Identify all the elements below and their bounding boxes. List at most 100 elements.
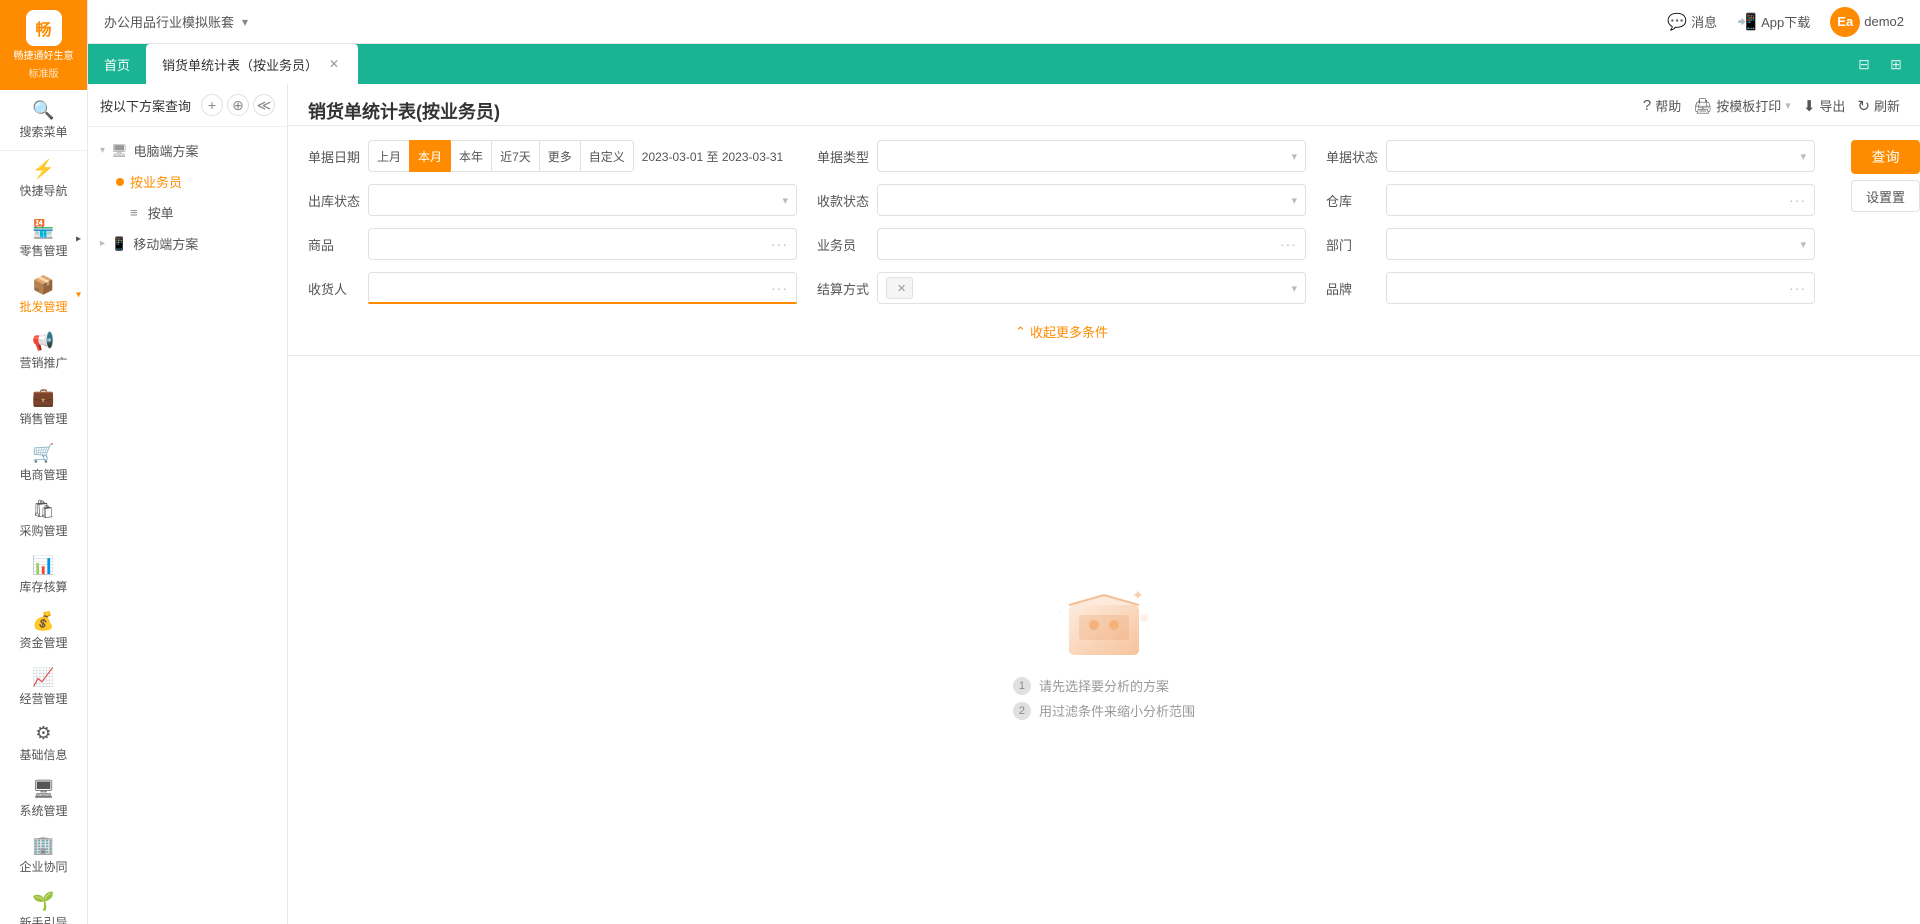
out-status-select[interactable]: ▾ [368, 184, 797, 216]
ecommerce-icon: 🛒 [32, 443, 54, 464]
tree-item-by-order[interactable]: ≡ 按单 [88, 197, 287, 228]
sales-icon: 💼 [32, 387, 54, 408]
message-btn[interactable]: 💬 消息 [1667, 12, 1717, 32]
basic-icon: ⚙ [35, 723, 51, 744]
receiver-input[interactable]: ··· [368, 272, 797, 304]
doc-status-select[interactable]: ▾ [1386, 140, 1815, 172]
app-download-btn[interactable]: 📲 App下载 [1737, 12, 1810, 32]
page-title: 销货单统计表(按业务员) [308, 98, 500, 124]
tree-mobile-section[interactable]: ▸ 📱 移动端方案 [88, 228, 287, 259]
filter-doc-type: 单据类型 ▾ [817, 140, 1306, 172]
sidebar-item-operation[interactable]: 📈 经营管理 [0, 659, 87, 715]
ecommerce-label: 电商管理 [19, 466, 67, 483]
salesperson-select[interactable]: ··· [877, 228, 1306, 260]
filter-container: 单据日期 上月 本月 本年 近7天 更多 自定义 20 [288, 126, 1920, 356]
app-download-label: App下载 [1761, 12, 1810, 31]
collapse-btn[interactable]: ⌃ 收起更多条件 [308, 316, 1815, 341]
hint-num-2: 2 [1013, 702, 1031, 720]
refresh-btn[interactable]: ↻ 刷新 [1857, 96, 1900, 115]
search-menu[interactable]: 🔍 搜索菜单 [0, 90, 87, 151]
sidebar: 畅 畅捷通好生意 标准版 🔍 搜索菜单 ⚡ 快捷导航 🏪 零售管理 ▸ 📦 批发… [0, 0, 88, 924]
mobile-icon: 📱 [111, 236, 127, 252]
sidebar-item-finance[interactable]: 💰 资金管理 [0, 603, 87, 659]
quick-nav-label: 快捷导航 [19, 182, 67, 199]
date-tab-custom[interactable]: 自定义 [580, 140, 634, 172]
by-order-label: 按单 [148, 203, 174, 222]
goods-select[interactable]: ··· [368, 228, 797, 260]
operation-label: 经营管理 [19, 690, 67, 707]
tab-minimize-btn[interactable]: ⊟ [1852, 52, 1876, 76]
collapse-panel-btn[interactable]: ≪ [253, 94, 275, 116]
settlement-select[interactable]: ✕ ▾ [877, 272, 1306, 304]
sidebar-item-newbie[interactable]: 🌱 新手引导 [0, 883, 87, 924]
sidebar-item-enterprise[interactable]: 🏢 企业协同 [0, 827, 87, 883]
chevron-down-icon: ▾ [76, 290, 81, 301]
tab-close-icon[interactable]: ✕ [326, 56, 342, 72]
tab-expand-btn[interactable]: ⊞ [1884, 52, 1908, 76]
sales-label: 销售管理 [19, 410, 67, 427]
sidebar-item-marketing[interactable]: 📢 营销推广 [0, 323, 87, 379]
search-label: 搜索菜单 [19, 123, 67, 140]
filter-receiver: 收货人 ··· [308, 272, 797, 304]
warehouse-dots-icon: ··· [1789, 192, 1806, 208]
department-select[interactable]: ▾ [1386, 228, 1815, 260]
collection-status-select[interactable]: ▾ [877, 184, 1306, 216]
sidebar-item-sales[interactable]: 💼 销售管理 [0, 379, 87, 435]
date-range-value: 2023-03-01 至 2023-03-31 [642, 148, 783, 165]
by-salesperson-label: 按业务员 [130, 172, 182, 191]
date-filter-control: 上月 本月 本年 近7天 更多 自定义 2023-03-01 至 2023-03… [368, 140, 783, 172]
finance-label: 资金管理 [19, 634, 67, 651]
wholesale-label: 批发管理 [19, 298, 67, 315]
panel-title: 按以下方案查询 [100, 96, 191, 115]
collection-status-arrow-icon: ▾ [1291, 194, 1297, 207]
sidebar-item-purchase[interactable]: 🛍 采购管理 [0, 491, 87, 547]
brand-select[interactable]: ··· [1386, 272, 1815, 304]
user-profile-btn[interactable]: Ea demo2 [1830, 7, 1904, 37]
edit-scheme-btn[interactable]: ⊕ [227, 94, 249, 116]
filter-salesperson: 业务员 ··· [817, 228, 1306, 260]
panel-header-actions: + ⊕ ≪ [201, 94, 275, 116]
empty-illustration: ✦ · [1044, 560, 1164, 660]
topbar-right: 💬 消息 📲 App下载 Ea demo2 [1667, 7, 1904, 37]
empty-hint-1: 1 请先选择要分析的方案 [1013, 676, 1195, 695]
newbie-label: 新手引导 [19, 914, 67, 924]
doc-type-select[interactable]: ▾ [877, 140, 1306, 172]
settlement-clear-tag[interactable]: ✕ [886, 277, 913, 299]
retail-label: 零售管理 [19, 242, 67, 259]
sidebar-item-wholesale[interactable]: 📦 批发管理 ▾ [0, 267, 87, 323]
salesperson-label: 业务员 [817, 235, 869, 254]
print-icon: 🖨 [1693, 97, 1712, 115]
collapse-label: 收起更多条件 [1030, 322, 1108, 341]
salesperson-dots-icon: ··· [1280, 236, 1297, 252]
settings-btn[interactable]: 设置置 [1851, 180, 1920, 212]
tabbar: 首页 销货单统计表（按业务员） ✕ ⊟ ⊞ [88, 44, 1920, 84]
sidebar-item-system[interactable]: 🖥 系统管理 [0, 771, 87, 827]
tab-home[interactable]: 首页 [88, 44, 146, 84]
breadcrumb-dropdown-icon[interactable]: ▾ [242, 15, 248, 29]
sidebar-item-inventory[interactable]: 📊 库存核算 [0, 547, 87, 603]
help-btn[interactable]: ? 帮助 [1643, 96, 1681, 115]
content-area: 按以下方案查询 + ⊕ ≪ ▾ 🖥 电脑端方案 按业务员 [88, 84, 1920, 924]
sidebar-item-ecommerce[interactable]: 🛒 电商管理 [0, 435, 87, 491]
sidebar-item-quick-nav[interactable]: ⚡ 快捷导航 [0, 151, 87, 207]
page-header-actions: ? 帮助 🖨 按模板打印 ▾ ⬇ 导出 ↻ 刷新 [1643, 96, 1900, 125]
tree-pc-section[interactable]: ▾ 🖥 电脑端方案 [88, 135, 287, 166]
query-btn[interactable]: 查询 [1851, 140, 1920, 174]
filter-row-1: 单据日期 上月 本月 本年 近7天 更多 自定义 20 [308, 140, 1815, 172]
add-scheme-btn[interactable]: + [201, 94, 223, 116]
date-tab-last-month[interactable]: 上月 [368, 140, 409, 172]
template-print-btn[interactable]: 🖨 按模板打印 ▾ [1693, 96, 1791, 115]
template-print-dropdown-icon[interactable]: ▾ [1785, 99, 1791, 112]
date-tab-last-7[interactable]: 近7天 [491, 140, 539, 172]
filter-area: 单据日期 上月 本月 本年 近7天 更多 自定义 20 [288, 126, 1835, 355]
date-tab-more[interactable]: 更多 [539, 140, 580, 172]
export-btn[interactable]: ⬇ 导出 [1803, 96, 1846, 115]
sidebar-item-basic[interactable]: ⚙ 基础信息 [0, 715, 87, 771]
sidebar-item-retail[interactable]: 🏪 零售管理 ▸ [0, 211, 87, 267]
date-tab-this-year[interactable]: 本年 [450, 140, 491, 172]
warehouse-select[interactable]: ··· [1386, 184, 1815, 216]
tree-item-by-salesperson[interactable]: 按业务员 [88, 166, 287, 197]
settlement-clear-icon[interactable]: ✕ [897, 282, 906, 295]
tab-sales-stat[interactable]: 销货单统计表（按业务员） ✕ [146, 44, 358, 84]
date-tab-this-month[interactable]: 本月 [409, 140, 450, 172]
